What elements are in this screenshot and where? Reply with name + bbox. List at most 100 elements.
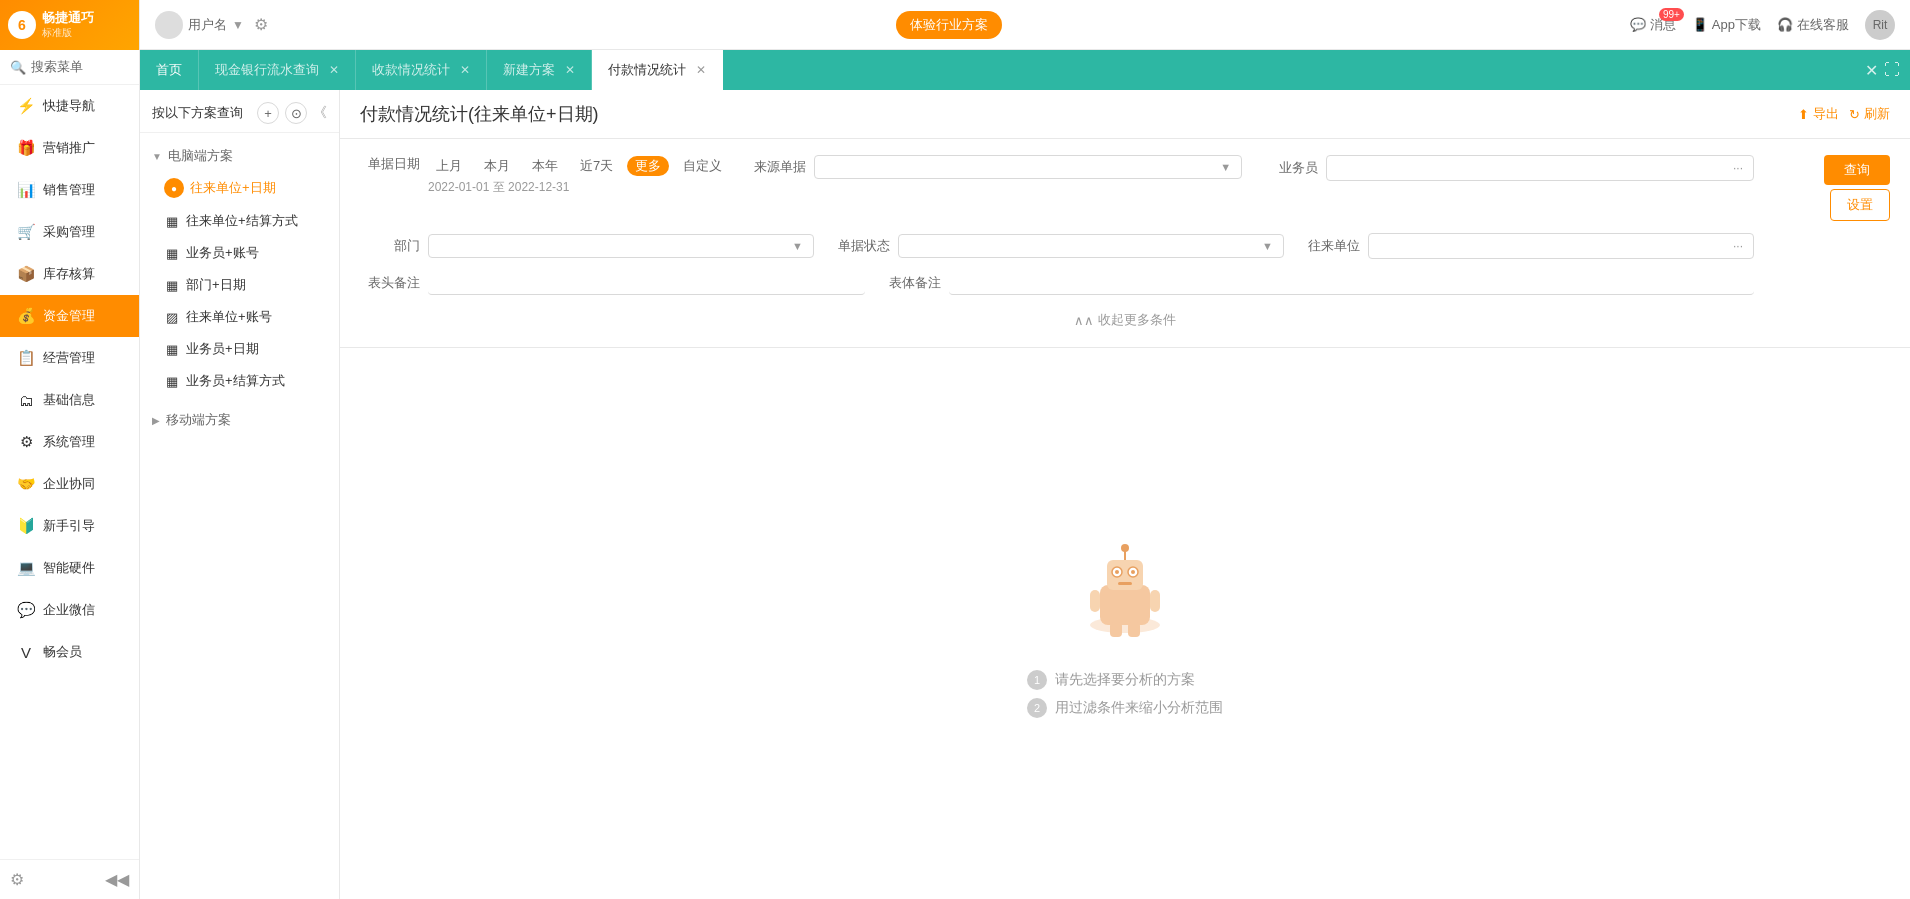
sidebar-item-label: 经营管理 xyxy=(43,349,95,367)
sidebar-item-guide[interactable]: 🔰 新手引导 xyxy=(0,505,139,547)
profile-area[interactable]: 用户名 ▼ xyxy=(155,11,244,39)
tab-new-label: 新建方案 xyxy=(503,61,555,79)
export-label: 导出 xyxy=(1813,105,1839,123)
scheme-item-staff-account[interactable]: ▦ 业务员+账号 xyxy=(140,237,339,269)
finance-icon: 💰 xyxy=(17,307,35,325)
tab-receipt-close-icon[interactable]: ✕ xyxy=(460,63,470,77)
topbar-service[interactable]: 🎧 在线客服 xyxy=(1777,16,1849,34)
dept-select[interactable]: ▼ xyxy=(428,234,814,258)
note-body-filter-cell: 表体备注 xyxy=(881,271,1754,295)
add-scheme-button[interactable]: + xyxy=(257,102,279,124)
tab-home[interactable]: 首页 xyxy=(140,50,199,90)
sidebar-item-quicknav[interactable]: ⚡ 快捷导航 xyxy=(0,85,139,127)
sidebar-item-label: 基础信息 xyxy=(43,391,95,409)
sidebar-item-system[interactable]: ⚙ 系统管理 xyxy=(0,421,139,463)
sidebar-item-basic[interactable]: 🗂 基础信息 xyxy=(0,379,139,421)
sidebar-item-vip[interactable]: V 畅会员 xyxy=(0,631,139,673)
close-all-tabs-button[interactable]: ✕ xyxy=(1865,61,1878,80)
note-head-input[interactable] xyxy=(428,271,865,295)
collapse-more-button[interactable]: ∧∧ 收起更多条件 xyxy=(1074,311,1176,329)
date-option-last7[interactable]: 近7天 xyxy=(572,155,621,177)
sidebar-settings-button[interactable]: ⚙ xyxy=(10,870,24,889)
scheme-item-dept-date[interactable]: ▦ 部门+日期 xyxy=(140,269,339,301)
chevron-down-icon: ▼ xyxy=(152,151,162,162)
collapse-more-label: 收起更多条件 xyxy=(1098,311,1176,329)
tab-receipt-label: 收款情况统计 xyxy=(372,61,450,79)
export-button[interactable]: ⬆ 导出 xyxy=(1798,105,1839,123)
trial-button[interactable]: 体验行业方案 xyxy=(896,11,1002,39)
sidebar-item-inventory[interactable]: 📦 库存核算 xyxy=(0,253,139,295)
topbar-settings-button[interactable]: ⚙ xyxy=(254,15,268,34)
profile-name: 用户名 xyxy=(188,16,227,34)
tab-new-close-icon[interactable]: ✕ xyxy=(565,63,575,77)
voucher-status-select[interactable]: ▼ xyxy=(898,234,1284,258)
partner-label: 往来单位 xyxy=(1300,237,1360,255)
scheme-item-partner-settle[interactable]: ▦ 往来单位+结算方式 xyxy=(140,205,339,237)
note-body-input[interactable] xyxy=(949,271,1754,295)
collapse-scheme-button[interactable]: 《 xyxy=(313,102,327,124)
sidebar-item-label: 库存核算 xyxy=(43,265,95,283)
service-label: 在线客服 xyxy=(1797,16,1849,34)
sidebar-footer: ⚙ ◀◀ xyxy=(0,859,139,899)
tab-receipt[interactable]: 收款情况统计 ✕ xyxy=(356,50,487,90)
salesperson-select[interactable]: ··· xyxy=(1326,155,1754,181)
topbar-message[interactable]: 💬 消息 99+ xyxy=(1630,16,1676,34)
sidebar-item-label: 畅会员 xyxy=(43,643,82,661)
message-icon: 💬 xyxy=(1630,17,1646,32)
svg-rect-9 xyxy=(1150,590,1160,612)
date-option-this-month[interactable]: 本月 xyxy=(476,155,518,177)
sidebar-item-operation[interactable]: 📋 经营管理 xyxy=(0,337,139,379)
sidebar-item-sales[interactable]: 📊 销售管理 xyxy=(0,169,139,211)
date-option-this-year[interactable]: 本年 xyxy=(524,155,566,177)
settings-scheme-button[interactable]: ⊙ xyxy=(285,102,307,124)
scheme-item-partner-date[interactable]: ● 往来单位+日期 xyxy=(140,171,339,205)
date-option-more[interactable]: 更多 xyxy=(627,156,669,176)
refresh-button[interactable]: ↻ 刷新 xyxy=(1849,105,1890,123)
tab-home-label: 首页 xyxy=(156,61,182,79)
tab-payment[interactable]: 付款情况统计 ✕ xyxy=(592,50,723,90)
tab-payment-label: 付款情况统计 xyxy=(608,61,686,79)
sidebar-item-marketing[interactable]: 🎁 营销推广 xyxy=(0,127,139,169)
sidebar-item-finance[interactable]: 💰 资金管理 xyxy=(0,295,139,337)
sidebar-item-hardware[interactable]: 💻 智能硬件 xyxy=(0,547,139,589)
svg-rect-8 xyxy=(1090,590,1100,612)
ellipsis-icon: ··· xyxy=(1733,239,1743,253)
sidebar-item-weixin[interactable]: 💬 企业微信 xyxy=(0,589,139,631)
scheme-item-partner-account[interactable]: ▨ 往来单位+账号 xyxy=(140,301,339,333)
date-option-last-month[interactable]: 上月 xyxy=(428,155,470,177)
tab-bank[interactable]: 现金银行流水查询 ✕ xyxy=(199,50,356,90)
sidebar-collapse-button[interactable]: ◀◀ xyxy=(105,870,129,889)
sidebar-item-purchase[interactable]: 🛒 采购管理 xyxy=(0,211,139,253)
tab-bank-close-icon[interactable]: ✕ xyxy=(329,63,339,77)
date-option-custom[interactable]: 自定义 xyxy=(675,155,730,177)
search-menu-label: 搜索菜单 xyxy=(31,58,83,76)
user-avatar[interactable]: Rit xyxy=(1865,10,1895,40)
phone-icon: 📱 xyxy=(1692,17,1708,32)
date-options: 上月 本月 本年 近7天 更多 自定义 xyxy=(428,155,730,177)
sidebar-item-enterprise[interactable]: 🤝 企业协同 xyxy=(0,463,139,505)
scheme-group-header-mobile[interactable]: ▶ 移动端方案 xyxy=(140,405,339,435)
tab-new[interactable]: 新建方案 ✕ xyxy=(487,50,592,90)
voucher-status-label: 单据状态 xyxy=(830,237,890,255)
tabs-bar: 首页 现金银行流水查询 ✕ 收款情况统计 ✕ 新建方案 ✕ 付款情况统计 ✕ ✕… xyxy=(140,50,1910,90)
scheme-group-mobile-label: 移动端方案 xyxy=(166,411,231,429)
tab-payment-close-icon[interactable]: ✕ xyxy=(696,63,706,77)
topbar-right: 💬 消息 99+ 📱 App下载 🎧 在线客服 Rit xyxy=(1630,10,1895,40)
search-icon: 🔍 xyxy=(10,60,26,75)
system-icon: ⚙ xyxy=(17,433,35,451)
topbar-appdownload[interactable]: 📱 App下载 xyxy=(1692,16,1761,34)
scheme-group-header-pc[interactable]: ▼ 电脑端方案 xyxy=(140,141,339,171)
date-range-display: 2022-01-01 至 2022-12-31 xyxy=(428,179,730,196)
fullscreen-button[interactable]: ⛶ xyxy=(1884,61,1900,79)
search-menu-item[interactable]: 🔍 搜索菜单 xyxy=(0,50,139,85)
quicknav-icon: ⚡ xyxy=(17,97,35,115)
source-select[interactable]: ▼ xyxy=(814,155,1242,179)
partner-select[interactable]: ··· xyxy=(1368,233,1754,259)
query-button[interactable]: 查询 xyxy=(1824,155,1890,185)
ellipsis-icon: ··· xyxy=(1733,161,1743,175)
scheme-item-staff-date[interactable]: ▦ 业务员+日期 xyxy=(140,333,339,365)
sidebar-item-label: 销售管理 xyxy=(43,181,95,199)
filter-settings-button[interactable]: 设置 xyxy=(1830,189,1890,221)
svg-rect-11 xyxy=(1128,622,1140,637)
scheme-item-staff-settle[interactable]: ▦ 业务员+结算方式 xyxy=(140,365,339,397)
